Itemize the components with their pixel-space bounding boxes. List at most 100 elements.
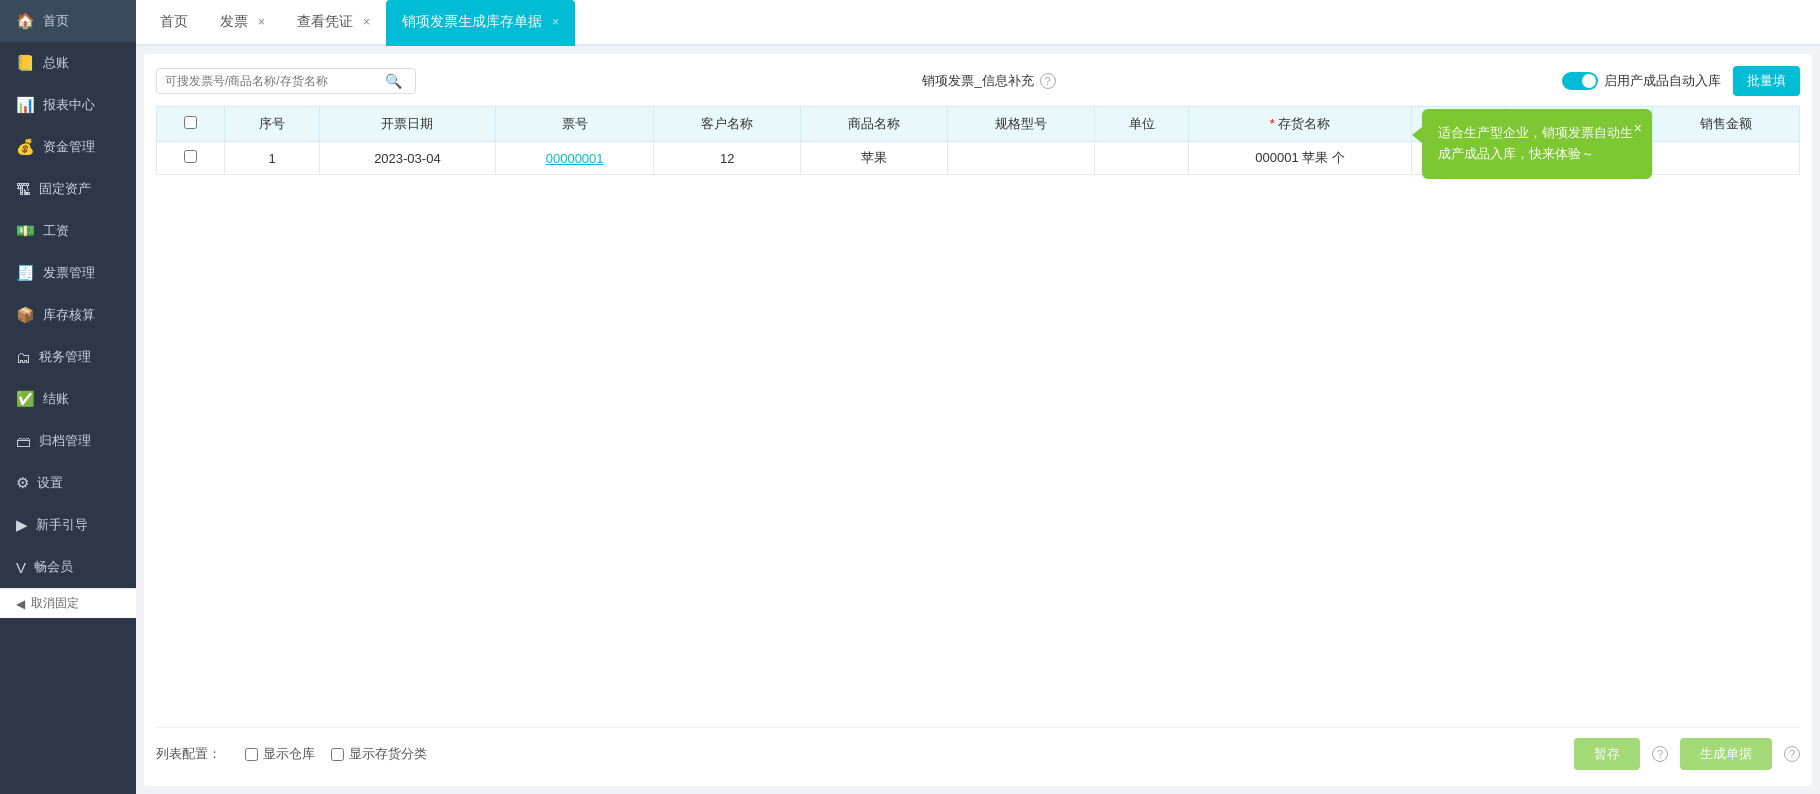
tab-salesreturn-label: 销项发票生成库存单据 [402, 13, 542, 31]
main-area: 首页 发票 × 查看凭证 × 销项发票生成库存单据 × 🔍 销项发票_信息补充 … [136, 0, 1820, 794]
search-input[interactable] [165, 74, 385, 88]
save-help-icon[interactable]: ? [1652, 746, 1668, 762]
auto-warehouse-toggle[interactable] [1562, 72, 1598, 90]
sidebar-item-label: 首页 [43, 12, 69, 30]
sidebar-item-fixed[interactable]: 🏗 固定资产 [0, 168, 136, 210]
sidebar: 🏠 首页 📒 总账 📊 报表中心 💰 资金管理 🏗 固定资产 💵 工资 🧾 发票… [0, 0, 136, 794]
tab-invoice[interactable]: 发票 × [204, 0, 281, 46]
show-warehouse-text: 显示仓库 [263, 745, 315, 763]
cell-seq: 1 [225, 142, 320, 175]
sidebar-item-label: 库存核算 [43, 306, 95, 324]
sidebar-item-label: 总账 [43, 54, 69, 72]
content-area: 🔍 销项发票_信息补充 ? 启用产成品自动入库 批量填 [144, 54, 1812, 786]
invoice-icon: 🧾 [16, 264, 35, 282]
cell-amount [1653, 142, 1800, 175]
generate-button[interactable]: 生成单据 [1680, 738, 1772, 770]
sidebar-item-label: 新手引导 [36, 516, 88, 534]
tax-icon: 🗂 [16, 349, 31, 366]
sidebar-item-vip[interactable]: V 畅会员 [0, 546, 136, 588]
top-bar: 🔍 销项发票_信息补充 ? 启用产成品自动入库 批量填 [156, 66, 1800, 96]
toggle-text: 启用产成品自动入库 [1604, 72, 1721, 90]
row-checkbox[interactable] [184, 150, 197, 163]
cell-customer: 12 [654, 142, 801, 175]
sidebar-item-label: 畅会员 [34, 558, 73, 576]
sidebar-item-label: 发票管理 [43, 264, 95, 282]
tab-home[interactable]: 首页 [144, 0, 204, 46]
batch-fill-button[interactable]: 批量填 [1733, 66, 1800, 96]
settings-icon: ⚙ [16, 474, 29, 492]
show-warehouse-label[interactable]: 显示仓库 [245, 745, 315, 763]
cell-spec [948, 142, 1095, 175]
cell-no[interactable]: 00000001 [495, 142, 654, 175]
close-account-icon: ✅ [16, 390, 35, 408]
cell-date: 2023-03-04 [319, 142, 495, 175]
tab-voucher-close[interactable]: × [363, 15, 370, 29]
sidebar-item-labor[interactable]: 💵 工资 [0, 210, 136, 252]
info-icon[interactable]: ? [1040, 73, 1056, 89]
tooltip-text: 适合生产型企业，销项发票自动生成产成品入库，快来体验～ [1438, 125, 1633, 161]
ledger-icon: 📒 [16, 54, 35, 72]
show-category-label[interactable]: 显示存货分类 [331, 745, 427, 763]
sidebar-item-label: 结账 [43, 390, 69, 408]
show-warehouse-checkbox[interactable] [245, 748, 258, 761]
guide-icon: ▶ [16, 516, 28, 534]
tab-home-label: 首页 [160, 13, 188, 31]
sidebar-item-guide[interactable]: ▶ 新手引导 [0, 504, 136, 546]
col-seq: 序号 [225, 107, 320, 142]
bottom-right: 暂存 ? 生成单据 ? [1574, 738, 1800, 770]
sidebar-item-settings[interactable]: ⚙ 设置 [0, 462, 136, 504]
col-no: 票号 [495, 107, 654, 142]
sidebar-item-label: 设置 [37, 474, 63, 492]
tab-salesreturn[interactable]: 销项发票生成库存单据 × [386, 0, 575, 46]
tab-bar: 首页 发票 × 查看凭证 × 销项发票生成库存单据 × [136, 0, 1820, 46]
inventory-icon: 📦 [16, 306, 35, 324]
home-icon: 🏠 [16, 12, 35, 30]
pin-label: 取消固定 [31, 595, 79, 612]
col-product: 商品名称 [801, 107, 948, 142]
tab-voucher-label: 查看凭证 [297, 13, 353, 31]
cell-checkbox[interactable] [157, 142, 225, 175]
fund-icon: 💰 [16, 138, 35, 156]
sidebar-item-report[interactable]: 📊 报表中心 [0, 84, 136, 126]
col-checkbox [157, 107, 225, 142]
col-date: 开票日期 [319, 107, 495, 142]
tab-voucher[interactable]: 查看凭证 × [281, 0, 386, 46]
tooltip-close-button[interactable]: × [1634, 117, 1642, 139]
sidebar-item-fund[interactable]: 💰 资金管理 [0, 126, 136, 168]
bottom-bar: 列表配置： 显示仓库 显示存货分类 暂存 ? 生成单据 ? [156, 727, 1800, 774]
tab-salesreturn-close[interactable]: × [552, 15, 559, 29]
vip-icon: V [16, 559, 26, 576]
generate-help-icon[interactable]: ? [1784, 746, 1800, 762]
info-label-group: 销项发票_信息补充 ? [922, 72, 1055, 90]
sidebar-item-close[interactable]: ✅ 结账 [0, 378, 136, 420]
sidebar-item-archive[interactable]: 🗃 归档管理 [0, 420, 136, 462]
labor-icon: 💵 [16, 222, 35, 240]
table-wrap: 序号 开票日期 票号 客户名称 商品名称 规格型号 单位 存货名称 数量 销售单… [156, 106, 1800, 719]
save-button[interactable]: 暂存 [1574, 738, 1640, 770]
sidebar-item-label: 资金管理 [43, 138, 95, 156]
pin-bar[interactable]: ◀ 取消固定 [0, 588, 136, 618]
col-customer: 客户名称 [654, 107, 801, 142]
sidebar-item-invoice[interactable]: 🧾 发票管理 [0, 252, 136, 294]
sidebar-item-home[interactable]: 🏠 首页 [0, 0, 136, 42]
col-spec: 规格型号 [948, 107, 1095, 142]
tooltip-arrow [1412, 127, 1422, 143]
search-box[interactable]: 🔍 [156, 68, 416, 94]
report-icon: 📊 [16, 96, 35, 114]
show-category-checkbox[interactable] [331, 748, 344, 761]
sidebar-item-label: 报表中心 [43, 96, 95, 114]
cell-product: 苹果 [801, 142, 948, 175]
sidebar-item-tax[interactable]: 🗂 税务管理 [0, 336, 136, 378]
tooltip-popup: × 适合生产型企业，销项发票自动生成产成品入库，快来体验～ [1422, 109, 1652, 179]
list-config-label: 列表配置： [156, 745, 221, 763]
pin-icon: ◀ [16, 597, 25, 611]
tab-invoice-label: 发票 [220, 13, 248, 31]
tab-invoice-close[interactable]: × [258, 15, 265, 29]
right-controls: 启用产成品自动入库 批量填 [1562, 66, 1800, 96]
sidebar-item-label: 固定资产 [39, 180, 91, 198]
sidebar-item-inventory[interactable]: 📦 库存核算 [0, 294, 136, 336]
invoice-link[interactable]: 00000001 [546, 151, 604, 166]
sidebar-item-ledger[interactable]: 📒 总账 [0, 42, 136, 84]
select-all-checkbox[interactable] [184, 116, 197, 129]
fixed-icon: 🏗 [16, 181, 31, 198]
